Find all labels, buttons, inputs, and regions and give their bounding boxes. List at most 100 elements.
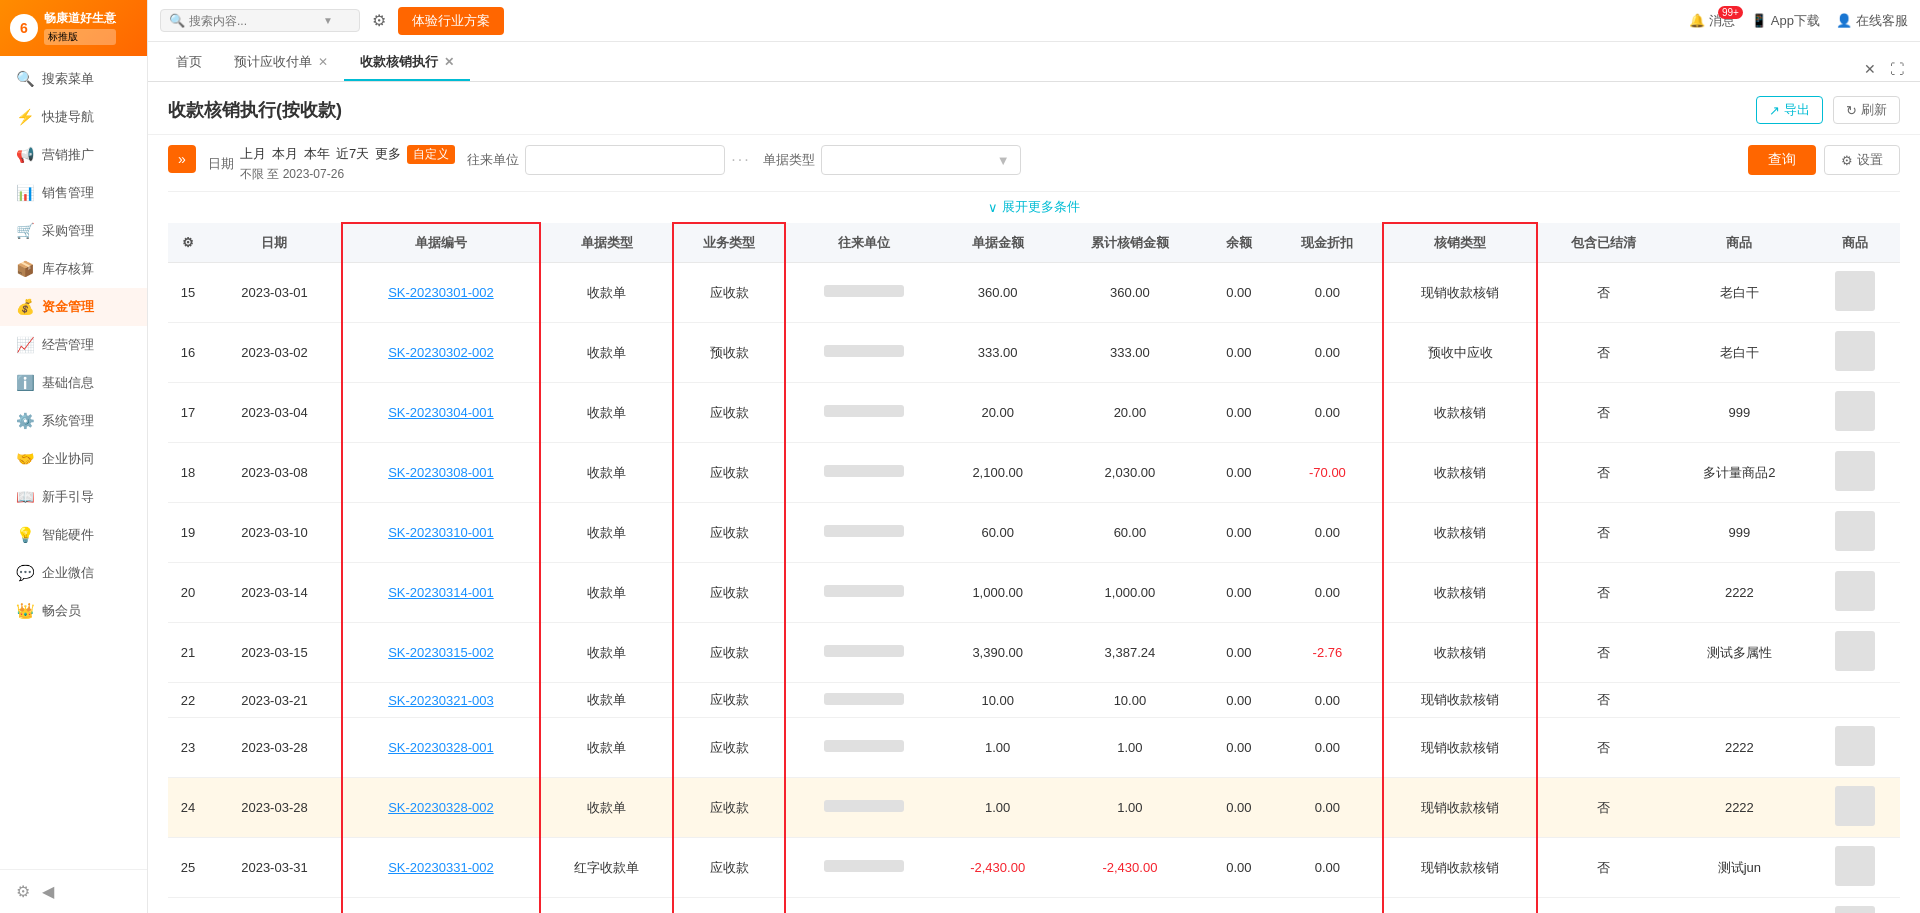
- sidebar-item-11[interactable]: 📖新手引导: [0, 478, 147, 516]
- sidebar-label-14: 畅会员: [42, 602, 81, 620]
- solution-button[interactable]: 体验行业方案: [398, 7, 504, 35]
- cell-docno[interactable]: SK-20230314-001: [342, 563, 540, 623]
- close-pending-tab-icon[interactable]: ✕: [318, 55, 328, 69]
- cell-doctype: 收款单: [540, 718, 673, 778]
- gear-icon[interactable]: ⚙: [372, 11, 386, 30]
- sidebar-item-14[interactable]: 👑畅会员: [0, 592, 147, 630]
- search-icon: 🔍: [169, 13, 185, 28]
- cell-cancel-type: 现销收款核销: [1383, 838, 1537, 898]
- table-settings-icon[interactable]: ⚙: [182, 235, 194, 250]
- date-this-month[interactable]: 本月: [272, 145, 298, 164]
- date-filter-label: 日期: [208, 155, 234, 173]
- close-tab-icon[interactable]: ✕: [1860, 57, 1880, 81]
- sidebar-icon-11: 📖: [16, 488, 34, 506]
- service-button[interactable]: 👤 在线客服: [1836, 12, 1908, 30]
- cell-docno[interactable]: SK-20230315-002: [342, 623, 540, 683]
- date-this-year[interactable]: 本年: [304, 145, 330, 164]
- cell-date: 2023-03-10: [208, 503, 342, 563]
- date-more[interactable]: 更多: [375, 145, 401, 164]
- sidebar-label-6: 资金管理: [42, 298, 94, 316]
- cell-docno[interactable]: SK-20230304-001: [342, 383, 540, 443]
- app-download-button[interactable]: 📱 App下载: [1751, 12, 1820, 30]
- cell-doctype: 收款单: [540, 263, 673, 323]
- sidebar-item-13[interactable]: 💬企业微信: [0, 554, 147, 592]
- notice-button[interactable]: 🔔 消息 99+: [1689, 12, 1735, 30]
- expand-tab-icon[interactable]: ⛶: [1886, 57, 1908, 81]
- cell-partner: [785, 718, 941, 778]
- partner-filter-group: 往来单位 ···: [467, 145, 750, 175]
- cell-cancel-type: 现销收款核销: [1383, 778, 1537, 838]
- date-last-month[interactable]: 上月: [240, 145, 266, 164]
- sidebar-item-7[interactable]: 📈经营管理: [0, 326, 147, 364]
- cell-amount: 20.00: [941, 898, 1055, 914]
- cell-docno[interactable]: SK-20230310-001: [342, 503, 540, 563]
- sidebar-item-5[interactable]: 📦库存核算: [0, 250, 147, 288]
- sidebar-item-3[interactable]: 📊销售管理: [0, 174, 147, 212]
- settings-icon[interactable]: ⚙: [16, 882, 30, 901]
- col-header-balance: 余额: [1205, 223, 1272, 263]
- settings-button[interactable]: ⚙ 设置: [1824, 145, 1900, 175]
- cell-docno[interactable]: SK-20230403-002: [342, 898, 540, 914]
- payment-tab-label: 收款核销执行: [360, 53, 438, 71]
- search-input[interactable]: [189, 14, 319, 28]
- date-quick-links: 上月 本月 本年 近7天 更多 自定义: [240, 145, 455, 164]
- sidebar-item-2[interactable]: 📢营销推广: [0, 136, 147, 174]
- topbar-search[interactable]: 🔍 ▼: [160, 9, 360, 32]
- sidebar-item-6[interactable]: 💰资金管理: [0, 288, 147, 326]
- cell-cum-amount: 10.00: [1055, 683, 1206, 718]
- sidebar-item-12[interactable]: 💡智能硬件: [0, 516, 147, 554]
- cell-cancel-type: 现销收款核销: [1383, 683, 1537, 718]
- refresh-button[interactable]: ↻ 刷新: [1833, 96, 1900, 124]
- cell-docno[interactable]: SK-20230328-002: [342, 778, 540, 838]
- cell-docno[interactable]: SK-20230302-002: [342, 323, 540, 383]
- cell-docno[interactable]: SK-20230321-003: [342, 683, 540, 718]
- voucher-type-select[interactable]: ▼: [821, 145, 1021, 175]
- cell-partner: [785, 263, 941, 323]
- cell-goods2: [1810, 898, 1900, 914]
- cell-docno[interactable]: SK-20230328-001: [342, 718, 540, 778]
- cell-docno[interactable]: SK-20230308-001: [342, 443, 540, 503]
- table-row: 21 2023-03-15 SK-20230315-002 收款单 应收款 3,…: [168, 623, 1900, 683]
- sidebar-item-0[interactable]: 🔍搜索菜单: [0, 60, 147, 98]
- date-custom-btn[interactable]: 自定义: [407, 145, 455, 164]
- sidebar-item-1[interactable]: ⚡快捷导航: [0, 98, 147, 136]
- col-header-settings[interactable]: ⚙: [168, 223, 208, 263]
- cell-doctype: 红字收款单: [540, 838, 673, 898]
- sidebar-menu: 🔍搜索菜单⚡快捷导航📢营销推广📊销售管理🛒采购管理📦库存核算💰资金管理📈经营管理…: [0, 56, 147, 869]
- filter-toggle-button[interactable]: »: [168, 145, 196, 173]
- voucher-type-label: 单据类型: [763, 151, 815, 169]
- cell-goods2: [1810, 503, 1900, 563]
- collapse-icon[interactable]: ◀: [42, 882, 54, 901]
- filter-expand-button[interactable]: ∨ 展开更多条件: [168, 191, 1900, 222]
- cell-cancel-type: 收款核销: [1383, 443, 1537, 503]
- cell-cum-amount: 2,030.00: [1055, 443, 1206, 503]
- dropdown-arrow-icon[interactable]: ▼: [323, 15, 333, 26]
- cell-seq: 24: [168, 778, 208, 838]
- date-last-7days[interactable]: 近7天: [336, 145, 369, 164]
- export-button[interactable]: ↗ 导出: [1756, 96, 1823, 124]
- cell-seq: 16: [168, 323, 208, 383]
- cell-docno[interactable]: SK-20230331-002: [342, 838, 540, 898]
- tab-pending-payment[interactable]: 预计应收付单 ✕: [218, 45, 344, 81]
- cell-amount: 20.00: [941, 383, 1055, 443]
- sidebar-item-4[interactable]: 🛒采购管理: [0, 212, 147, 250]
- cell-goods1: 999: [1669, 383, 1810, 443]
- cell-biztype: 应收款: [673, 563, 785, 623]
- cell-balance: 0.00: [1205, 443, 1272, 503]
- cell-doctype: 收款单: [540, 383, 673, 443]
- sidebar-item-10[interactable]: 🤝企业协同: [0, 440, 147, 478]
- cell-goods1: [1669, 683, 1810, 718]
- sidebar: 6 畅康道好生意 标推版 🔍搜索菜单⚡快捷导航📢营销推广📊销售管理🛒采购管理📦库…: [0, 0, 148, 913]
- table-row: 15 2023-03-01 SK-20230301-002 收款单 应收款 36…: [168, 263, 1900, 323]
- close-payment-tab-icon[interactable]: ✕: [444, 55, 454, 69]
- tab-payment-execution[interactable]: 收款核销执行 ✕: [344, 45, 470, 81]
- tab-home[interactable]: 首页: [160, 45, 218, 81]
- cell-amount: 360.00: [941, 263, 1055, 323]
- filter-dots-icon[interactable]: ···: [731, 151, 750, 169]
- sidebar-item-8[interactable]: ℹ️基础信息: [0, 364, 147, 402]
- query-button[interactable]: 查询: [1748, 145, 1816, 175]
- sidebar-item-9[interactable]: ⚙️系统管理: [0, 402, 147, 440]
- cell-docno[interactable]: SK-20230301-002: [342, 263, 540, 323]
- partner-input[interactable]: [525, 145, 725, 175]
- cell-balance: 0.00: [1205, 838, 1272, 898]
